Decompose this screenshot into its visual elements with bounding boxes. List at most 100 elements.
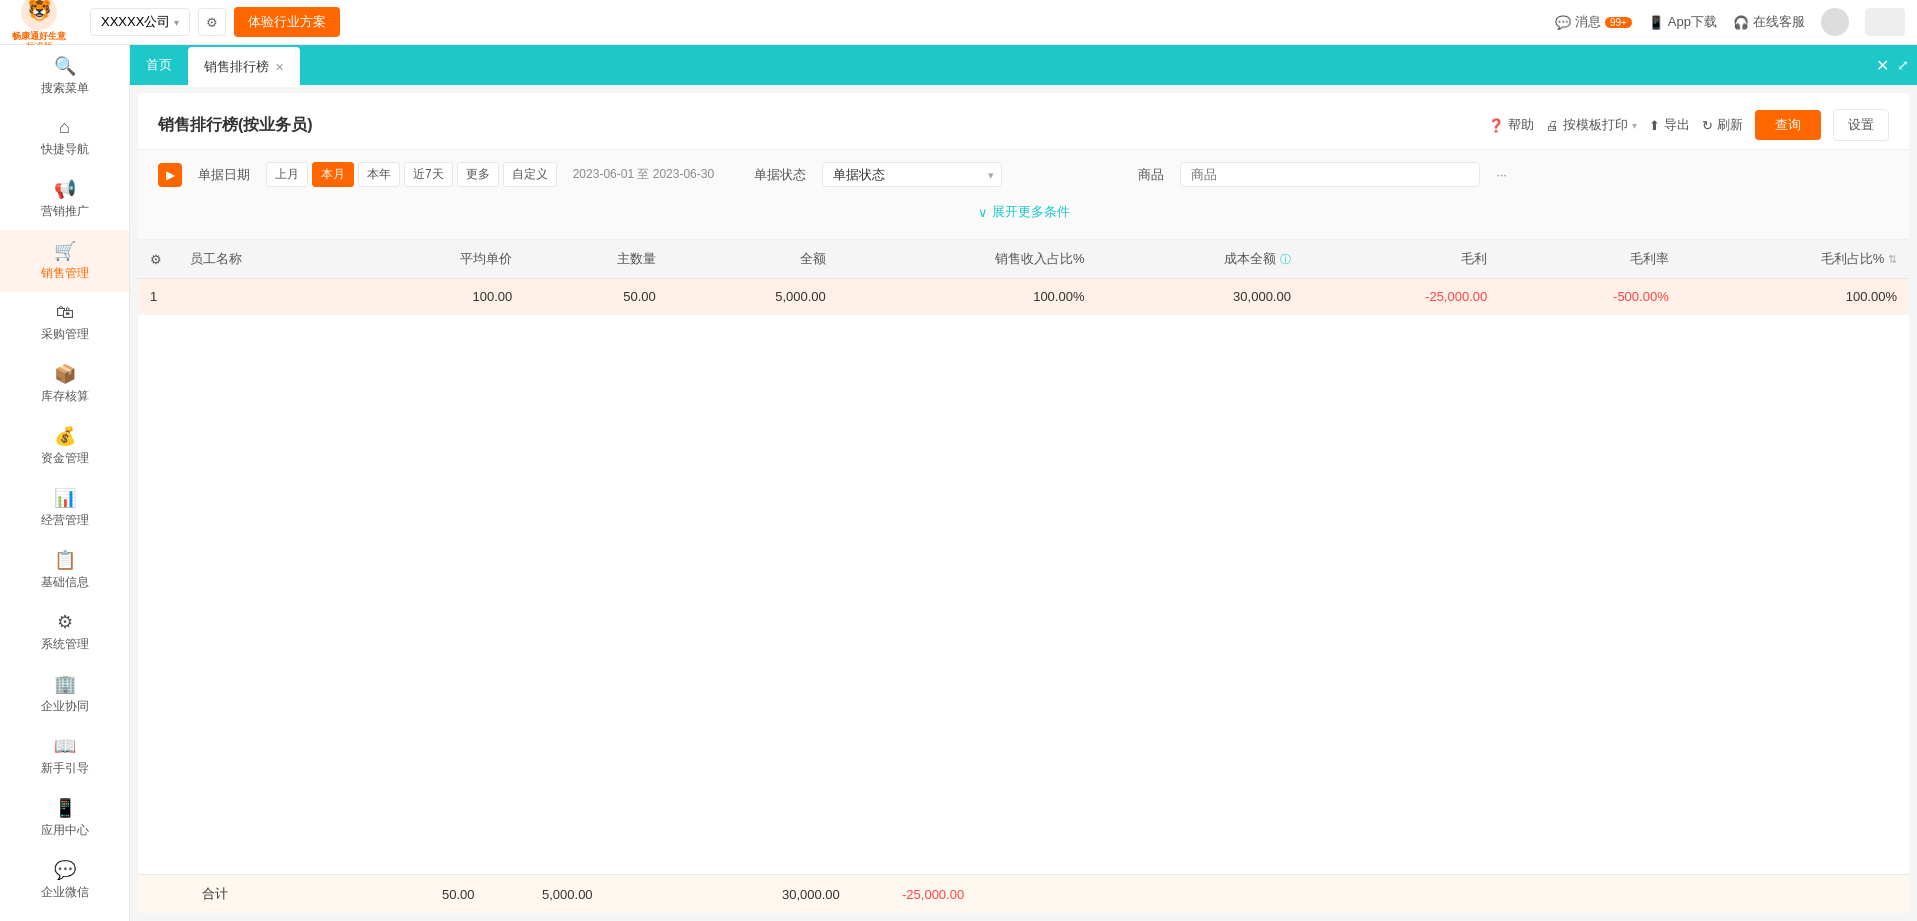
refresh-label: 刷新 xyxy=(1717,116,1743,134)
date-btn-7days[interactable]: 近7天 xyxy=(404,162,453,187)
col-cost-amount: 成本全额 ⓘ xyxy=(1096,240,1302,279)
sidebar-label-purchase: 采购管理 xyxy=(41,326,89,343)
expand-btn[interactable]: ∨ 展开更多条件 xyxy=(978,203,1070,221)
sidebar-item-purchase[interactable]: 🛍 采购管理 xyxy=(0,292,129,353)
trial-button[interactable]: 体验行业方案 xyxy=(234,7,340,37)
sidebar-label-inventory: 库存核算 xyxy=(41,388,89,405)
status-select[interactable]: 单据状态 xyxy=(822,162,1002,187)
logo-area: 🐯 畅康通好生意 标准版 xyxy=(12,0,66,51)
col-profit: 毛利 xyxy=(1303,240,1499,279)
cell-qty: 50.00 xyxy=(524,279,668,315)
online-service-label: 在线客服 xyxy=(1753,13,1805,31)
wechat-icon: 💬 xyxy=(54,859,76,881)
sidebar-item-marketing[interactable]: 📢 营销推广 xyxy=(0,168,129,230)
sidebar-item-finance[interactable]: 💰 资金管理 xyxy=(0,415,129,477)
inventory-icon: 📦 xyxy=(54,363,76,385)
message-label: 消息 xyxy=(1575,13,1601,31)
sidebar-item-wechat[interactable]: 💬 企业微信 xyxy=(0,849,129,911)
col-settings[interactable]: ⚙ xyxy=(138,240,178,279)
settings-button[interactable]: 设置 xyxy=(1833,109,1889,141)
export-btn[interactable]: ⬆ 导出 xyxy=(1649,116,1690,134)
footer-profit: -25,000.00 xyxy=(890,887,1010,902)
data-table: ⚙ 员工名称 平均单价 主数量 全额 销售收入占比% 成本全额 ⓘ 毛利 毛利率 xyxy=(138,240,1909,315)
date-btn-custom[interactable]: 自定义 xyxy=(503,162,557,187)
company-arrow-icon: ▾ xyxy=(174,17,179,28)
help-icon: ❓ xyxy=(1488,118,1504,133)
footer-qty: 50.00 xyxy=(430,887,530,902)
settings-icon-btn[interactable]: ⚙ xyxy=(198,8,226,36)
content-area: 首页 销售排行榜 ✕ ✕ ⤢ 销售排行榜(按业务员) xyxy=(130,45,1917,921)
cell-name xyxy=(178,279,351,315)
app-center-icon: 📱 xyxy=(54,797,76,819)
tab-sales-ranking[interactable]: 销售排行榜 ✕ xyxy=(188,47,300,87)
goods-input[interactable] xyxy=(1180,162,1480,187)
date-range: 2023-06-01 至 2023-06-30 xyxy=(573,166,714,183)
col-name: 员工名称 xyxy=(178,240,351,279)
sidebar-item-inventory[interactable]: 📦 库存核算 xyxy=(0,353,129,415)
online-service-btn[interactable]: 🎧 在线客服 xyxy=(1733,13,1805,31)
enterprise-icon: 🏢 xyxy=(54,673,76,695)
purchase-icon: 🛍 xyxy=(56,302,74,323)
query-button[interactable]: 查询 xyxy=(1755,110,1821,140)
tab-close-icon[interactable]: ✕ xyxy=(275,61,284,74)
sidebar-item-enterprise[interactable]: 🏢 企业协同 xyxy=(0,663,129,725)
col-profit-pct[interactable]: 毛利占比% ⇅ xyxy=(1681,240,1909,279)
date-btn-this-month[interactable]: 本月 xyxy=(312,162,354,187)
avatar[interactable] xyxy=(1821,8,1849,36)
sort-icon[interactable]: ⇅ xyxy=(1888,253,1897,265)
finance-icon: 💰 xyxy=(54,425,76,447)
svg-text:🐯: 🐯 xyxy=(27,0,52,22)
sidebar-item-system[interactable]: ⚙ 系统管理 xyxy=(0,601,129,663)
top-bar-left: 🐯 畅康通好生意 标准版 XXXXX公司 ▾ ⚙ 体验行业方案 xyxy=(12,0,340,51)
cell-profit-rate: -500.00% xyxy=(1499,279,1680,315)
company-selector[interactable]: XXXXX公司 ▾ xyxy=(90,8,190,36)
top-bar-right: 💬 消息 99+ 📱 App下载 🎧 在线客服 xyxy=(1555,8,1905,36)
sidebar-item-search[interactable]: 🔍 搜索菜单 xyxy=(0,45,129,107)
message-icon: 💬 xyxy=(1555,15,1571,30)
more-dots[interactable]: ··· xyxy=(1496,167,1507,182)
sidebar-label-quick-nav: 快捷导航 xyxy=(41,141,89,158)
date-btn-this-year[interactable]: 本年 xyxy=(358,162,400,187)
sidebar-item-operation[interactable]: 📊 经营管理 xyxy=(0,477,129,539)
top-bar: 🐯 畅康通好生意 标准版 XXXXX公司 ▾ ⚙ 体验行业方案 💬 消息 xyxy=(0,0,1917,45)
filter-area: ▶ 单据日期 上月 本月 本年 近7天 更多 自定义 xyxy=(138,150,1909,240)
tab-bar-right: ✕ ⤢ xyxy=(1876,56,1917,75)
template-print-btn[interactable]: 🖨 按模板打印 ▾ xyxy=(1546,116,1637,134)
help-btn[interactable]: ❓ 帮助 xyxy=(1488,116,1534,134)
expand-icon: ∨ xyxy=(978,205,988,220)
date-btn-last-month[interactable]: 上月 xyxy=(266,162,308,187)
sidebar-label-enterprise: 企业协同 xyxy=(41,698,89,715)
filter-toggle-icon: ▶ xyxy=(166,168,175,182)
window-expand-icon[interactable]: ⤢ xyxy=(1897,57,1909,73)
col-settings-icon: ⚙ xyxy=(150,252,162,267)
page-actions: ❓ 帮助 🖨 按模板打印 ▾ ⬆ 导出 ↻ xyxy=(1488,109,1889,141)
col-profit-rate: 毛利率 xyxy=(1499,240,1680,279)
col-amount: 全额 xyxy=(668,240,838,279)
user-menu[interactable] xyxy=(1865,8,1905,36)
sidebar-item-quick-nav[interactable]: ⌂ 快捷导航 xyxy=(0,107,129,168)
main-area: 🔍 搜索菜单 ⌂ 快捷导航 📢 营销推广 🛒 销售管理 🛍 采购管理 📦 xyxy=(0,45,1917,921)
status-select-wrapper: 单据状态 xyxy=(822,162,1002,187)
app-download-icon: 📱 xyxy=(1648,15,1664,30)
date-btn-more[interactable]: 更多 xyxy=(457,162,499,187)
sidebar-label-operation: 经营管理 xyxy=(41,512,89,529)
refresh-btn[interactable]: ↻ 刷新 xyxy=(1702,116,1743,134)
print-arrow-icon: ▾ xyxy=(1632,120,1637,131)
expand-label: 展开更多条件 xyxy=(992,203,1070,221)
filter-toggle-btn[interactable]: ▶ xyxy=(158,163,182,187)
sidebar-item-member[interactable]: V 畅会员 xyxy=(0,911,129,921)
tab-sales-ranking-label: 销售排行榜 xyxy=(204,58,269,76)
sidebar-item-app-center[interactable]: 📱 应用中心 xyxy=(0,787,129,849)
app-download-btn[interactable]: 📱 App下载 xyxy=(1648,13,1717,31)
table-header-row: ⚙ 员工名称 平均单价 主数量 全额 销售收入占比% 成本全额 ⓘ 毛利 毛利率 xyxy=(138,240,1909,279)
window-close-icon[interactable]: ✕ xyxy=(1876,56,1889,75)
message-btn[interactable]: 💬 消息 99+ xyxy=(1555,13,1632,31)
footer-cost-amount: 30,000.00 xyxy=(770,887,890,902)
sidebar-item-sales[interactable]: 🛒 销售管理 xyxy=(0,230,129,292)
tab-home[interactable]: 首页 xyxy=(130,45,188,85)
sidebar-item-basic[interactable]: 📋 基础信息 xyxy=(0,539,129,601)
goods-label: 商品 xyxy=(1138,166,1164,184)
sidebar-item-guide[interactable]: 📖 新手引导 xyxy=(0,725,129,787)
col-avg-price: 平均单价 xyxy=(351,240,524,279)
sidebar-label-sales: 销售管理 xyxy=(41,265,89,282)
